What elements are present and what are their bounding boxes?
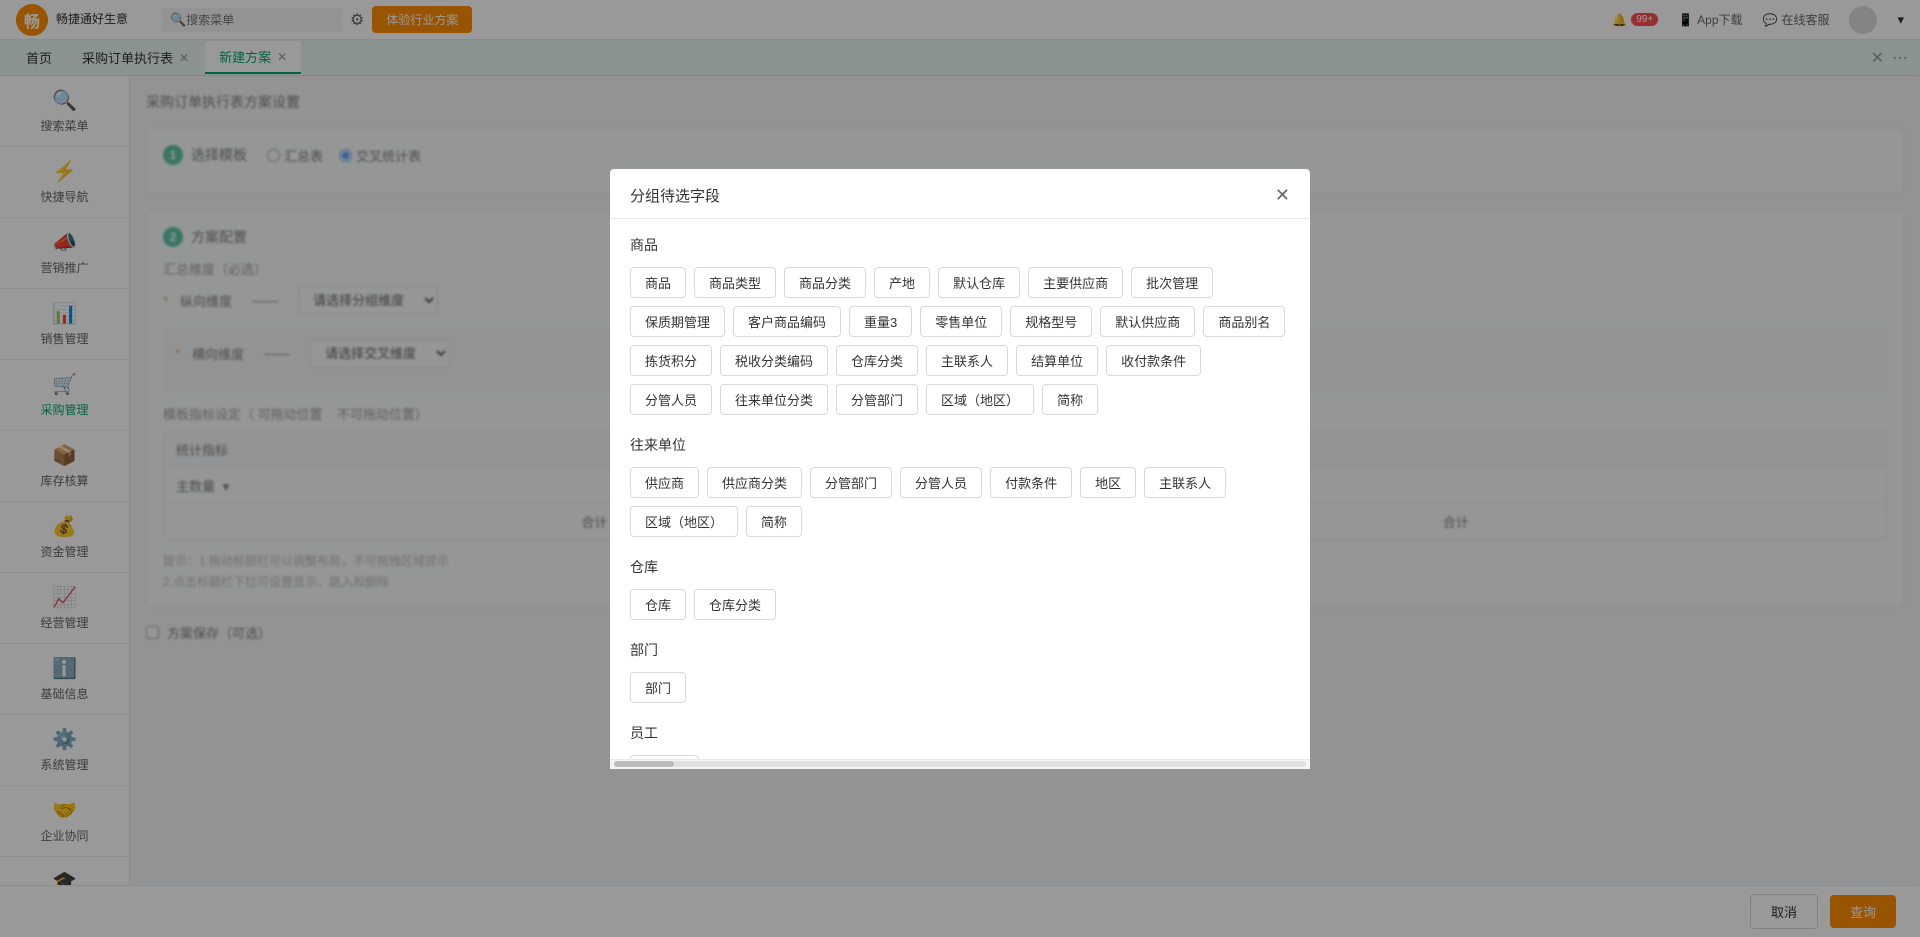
field-tag-default-warehouse[interactable]: 默认仓库 xyxy=(938,267,1020,298)
field-tag-batch-mgmt[interactable]: 批次管理 xyxy=(1131,267,1213,298)
field-group-warehouse: 仓库 仓库分类 xyxy=(630,589,1290,620)
field-tag-main-contact2[interactable]: 主联系人 xyxy=(1144,467,1226,498)
modal-header: 分组待选字段 ✕ xyxy=(610,169,1310,219)
section-title-counterpart: 往来单位 xyxy=(630,435,1290,455)
field-tag-goods[interactable]: 商品 xyxy=(630,267,686,298)
field-tag-counterpart-category[interactable]: 往来单位分类 xyxy=(720,384,828,415)
section-title-dept: 部门 xyxy=(630,640,1290,660)
field-tag-warehouse[interactable]: 仓库 xyxy=(630,589,686,620)
field-tag-goods-alias[interactable]: 商品别名 xyxy=(1203,306,1285,337)
modal-close-button[interactable]: ✕ xyxy=(1275,185,1290,206)
field-tag-shelf-life[interactable]: 保质期管理 xyxy=(630,306,725,337)
field-tag-region-goods[interactable]: 区域（地区） xyxy=(926,384,1034,415)
scrollbar-thumb-h xyxy=(614,761,674,767)
field-tag-goods-type[interactable]: 商品类型 xyxy=(694,267,776,298)
field-tag-region-cp[interactable]: 地区 xyxy=(1080,467,1136,498)
field-tag-abbr-goods[interactable]: 简称 xyxy=(1042,384,1098,415)
field-tag-goods-category[interactable]: 商品分类 xyxy=(784,267,866,298)
field-tag-customer-code[interactable]: 客户商品编码 xyxy=(733,306,841,337)
section-title-employee: 员工 xyxy=(630,723,1290,743)
field-tag-main-contact[interactable]: 主联系人 xyxy=(926,345,1008,376)
field-tag-picking-points[interactable]: 拣货积分 xyxy=(630,345,712,376)
field-tag-warehouse-category[interactable]: 仓库分类 xyxy=(836,345,918,376)
field-tag-dept[interactable]: 部门 xyxy=(630,672,686,703)
field-tag-manage-dept[interactable]: 分管部门 xyxy=(836,384,918,415)
field-group-counterpart: 供应商 供应商分类 分管部门 分管人员 付款条件 地区 主联系人 区域（地区） … xyxy=(630,467,1290,537)
field-tag-default-supplier[interactable]: 默认供应商 xyxy=(1100,306,1195,337)
field-select-modal: 分组待选字段 ✕ 商品 商品 商品类型 商品分类 产地 默认仓库 主要供应商 批… xyxy=(610,169,1310,769)
field-tag-settlement-unit[interactable]: 结算单位 xyxy=(1016,345,1098,376)
field-tag-tax-code[interactable]: 税收分类编码 xyxy=(720,345,828,376)
field-tag-payment-cond[interactable]: 付款条件 xyxy=(990,467,1072,498)
field-tag-supplier-category[interactable]: 供应商分类 xyxy=(707,467,802,498)
modal-title: 分组待选字段 xyxy=(630,185,720,206)
field-tag-manage-dept2[interactable]: 分管部门 xyxy=(810,467,892,498)
field-tag-spec-model[interactable]: 规格型号 xyxy=(1010,306,1092,337)
field-tag-region-area[interactable]: 区域（地区） xyxy=(630,506,738,537)
field-tag-retail-unit[interactable]: 零售单位 xyxy=(920,306,1002,337)
field-tag-main-supplier[interactable]: 主要供应商 xyxy=(1028,267,1123,298)
modal-overlay: 分组待选字段 ✕ 商品 商品 商品类型 商品分类 产地 默认仓库 主要供应商 批… xyxy=(0,0,1920,937)
field-group-dept: 部门 xyxy=(630,672,1290,703)
modal-body: 商品 商品 商品类型 商品分类 产地 默认仓库 主要供应商 批次管理 保质期管理… xyxy=(610,219,1310,760)
scrollbar-track-h xyxy=(614,761,1306,767)
field-tag-origin[interactable]: 产地 xyxy=(874,267,930,298)
field-group-goods: 商品 商品类型 商品分类 产地 默认仓库 主要供应商 批次管理 保质期管理 客户… xyxy=(630,267,1290,415)
section-title-goods: 商品 xyxy=(630,235,1290,255)
field-tag-warehouse-type[interactable]: 仓库分类 xyxy=(694,589,776,620)
field-tag-manage-person2[interactable]: 分管人员 xyxy=(900,467,982,498)
field-tag-supplier[interactable]: 供应商 xyxy=(630,467,699,498)
section-title-warehouse: 仓库 xyxy=(630,557,1290,577)
field-tag-payment-terms[interactable]: 收付款条件 xyxy=(1106,345,1201,376)
field-tag-manager-person[interactable]: 分管人员 xyxy=(630,384,712,415)
modal-scrollbar-h[interactable] xyxy=(610,759,1310,768)
field-tag-weight[interactable]: 重量3 xyxy=(849,306,912,337)
field-tag-abbr-cp[interactable]: 简称 xyxy=(746,506,802,537)
